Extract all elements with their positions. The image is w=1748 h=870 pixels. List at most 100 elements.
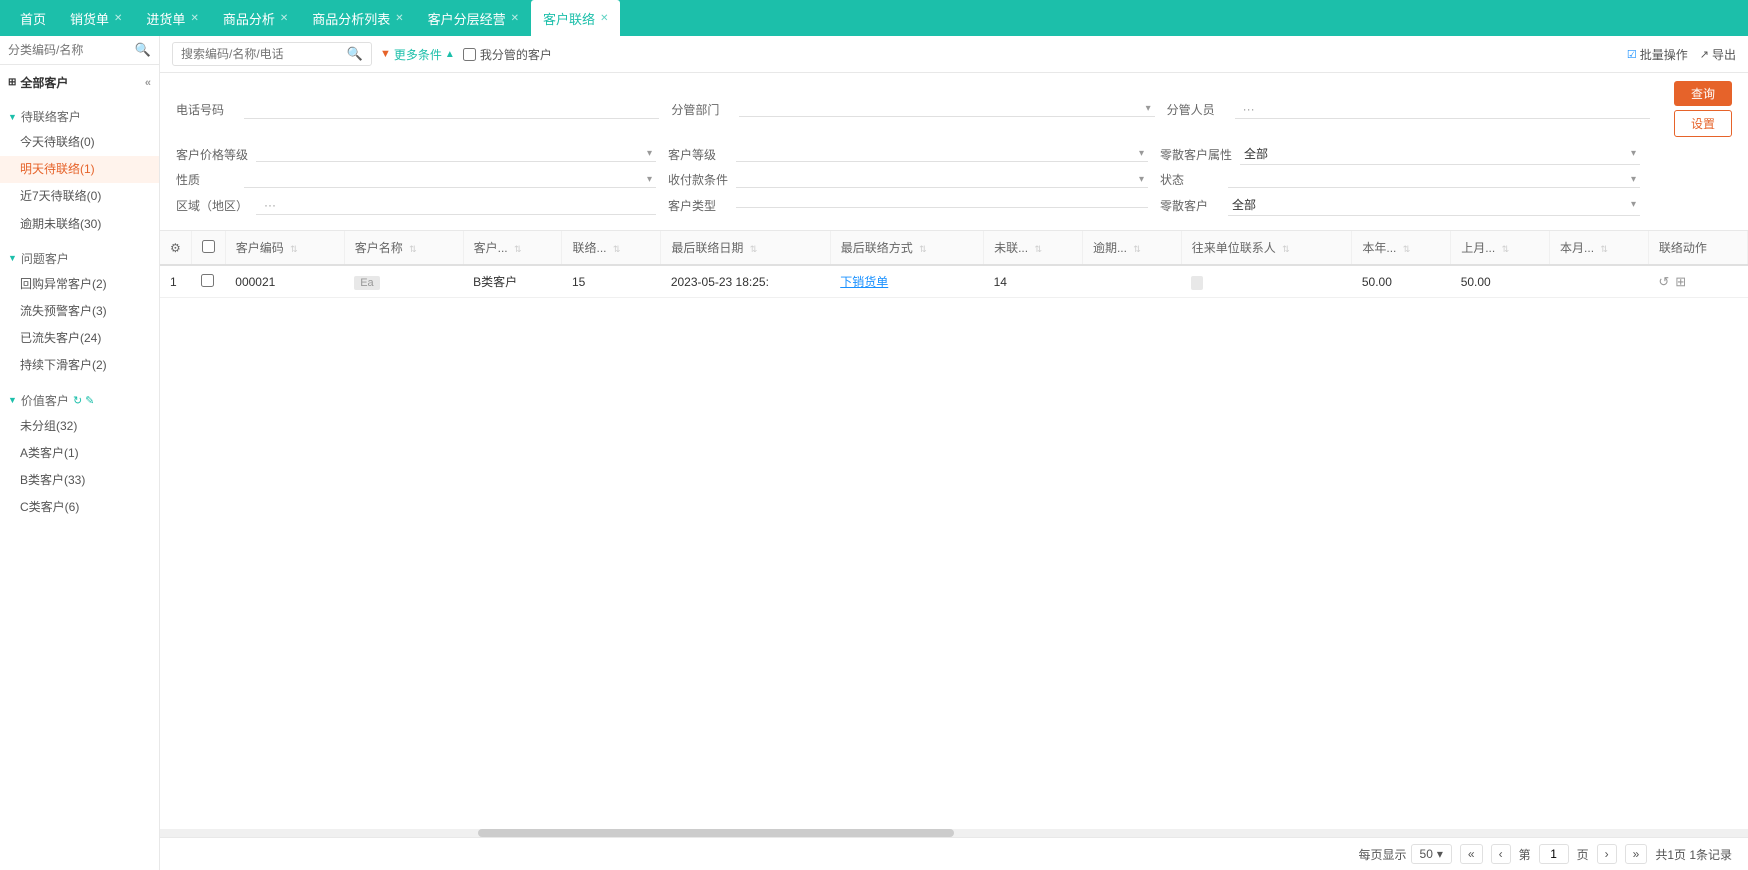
sidebar-value-group[interactable]: ▼ 价值客户 ↻ ✎ [0,388,159,413]
close-icon[interactable]: ✕ [511,13,519,24]
setting-button[interactable]: 设置 [1674,110,1732,137]
th-settings[interactable]: ⚙ [160,231,191,265]
page-num-input[interactable] [1539,844,1569,864]
chevron-down-icon: ▾ [1631,148,1636,159]
nature-select[interactable]: ▾ [244,172,656,188]
close-icon[interactable]: ✕ [190,13,198,24]
sidebar-pending-group[interactable]: ▼ 待联络客户 [0,104,159,129]
chevron-down-icon: ▾ [1631,199,1636,210]
th-code[interactable]: 客户编码 ⇅ [225,231,344,265]
th-checkbox[interactable] [191,231,225,265]
nav-home[interactable]: 首页 [8,0,58,36]
nav-goods-analysis-list[interactable]: 商品分析列表 ✕ [300,0,415,36]
th-last-month[interactable]: 上月... ⇅ [1451,231,1550,265]
settings-icon[interactable]: ⚙ [170,241,181,255]
sidebar-item-a-class[interactable]: A类客户(1) [0,440,159,467]
query-button[interactable]: 查询 [1674,81,1732,106]
prev-page-button[interactable]: ‹ [1491,844,1511,864]
sidebar-item-lost-customers[interactable]: 已流失客户(24) [0,325,159,352]
detail-action-icon[interactable]: ⊞ [1675,274,1686,290]
filter-region-cell: 区域（地区） ··· [176,196,656,215]
customerlevel-select[interactable]: ▾ [736,146,1148,162]
sidebar-search-box[interactable]: 🔍 [0,36,159,65]
nav-purchase[interactable]: 进货单 ✕ [134,0,210,36]
row-checkbox[interactable] [201,274,214,287]
th-last-contact-method[interactable]: 最后联络方式 ⇅ [830,231,983,265]
data-table-container: ⚙ 客户编码 ⇅ 客户名称 ⇅ [160,231,1748,829]
close-icon[interactable]: ✕ [114,13,122,24]
payment-select[interactable]: ▾ [736,172,1148,188]
close-icon[interactable]: ✕ [600,13,608,24]
data-table: ⚙ 客户编码 ⇅ 客户名称 ⇅ [160,231,1748,298]
retail-customer-select[interactable]: 全部 ▾ [1228,194,1640,216]
batch-op-button[interactable]: ☑ 批量操作 [1627,46,1688,63]
sidebar-item-tomorrow-pending[interactable]: 明天待联络(1) [0,156,159,183]
nav-sales[interactable]: 销货单 ✕ [58,0,134,36]
td-unit-contact [1181,265,1352,298]
contact-action-icon[interactable]: ↺ [1658,274,1669,290]
td-not-contacted: 14 [984,265,1083,298]
next-page-button[interactable]: › [1597,844,1617,864]
th-unit-contact[interactable]: 往来单位联系人 ⇅ [1181,231,1352,265]
collapse-icon[interactable]: « [145,77,151,89]
th-type[interactable]: 客户... ⇅ [463,231,562,265]
person-select[interactable]: ··· [1235,100,1650,119]
export-button[interactable]: ↗ 导出 [1700,46,1736,63]
th-this-month[interactable]: 本月... ⇅ [1550,231,1649,265]
td-this-year: 50.00 [1352,265,1451,298]
region-select[interactable]: ··· [256,196,656,215]
last-page-button[interactable]: » [1625,844,1648,864]
filter-search-input[interactable] [181,47,347,61]
my-customer-checkbox[interactable]: 我分管的客户 [463,46,552,63]
th-overdue[interactable]: 逾期... ⇅ [1082,231,1181,265]
customertype-select[interactable] [736,203,1148,208]
th-this-year[interactable]: 本年... ⇅ [1352,231,1451,265]
retail-attr-select[interactable]: 全部 ▾ [1240,143,1640,165]
td-overdue [1082,265,1181,298]
sidebar-item-declining-customers[interactable]: 持续下滑客户(2) [0,352,159,379]
sidebar-item-c-class[interactable]: C类客户(6) [0,494,159,521]
sidebar-item-loss-warning[interactable]: 流失预警客户(3) [0,298,159,325]
th-contacts[interactable]: 联络... ⇅ [562,231,661,265]
close-icon[interactable]: ✕ [280,13,288,24]
refresh-icon[interactable]: ↻ [73,394,82,407]
sort-icon: ⇅ [1600,244,1608,254]
nav-customer-contact[interactable]: 客户联络 ✕ [531,0,620,36]
th-last-contact-date[interactable]: 最后联络日期 ⇅ [661,231,830,265]
sidebar-pending-section: ▼ 待联络客户 今天待联络(0) 明天待联络(1) 近7天待联络(0) 逾期未联… [0,100,159,242]
filter-search-box[interactable]: 🔍 [172,42,372,66]
horizontal-scrollbar[interactable] [160,829,1748,837]
sidebar-item-repurchase-anomaly[interactable]: 回购异常客户(2) [0,271,159,298]
nav-goods-analysis[interactable]: 商品分析 ✕ [211,0,300,36]
nav-customer-layer[interactable]: 客户分层经营 ✕ [416,0,531,36]
more-filter-button[interactable]: ▼ 更多条件 ▲ [380,46,455,63]
select-all-checkbox[interactable] [202,240,215,253]
pricelevel-select[interactable]: ▾ [256,146,656,162]
sidebar-all-customers[interactable]: ⊞ 全部客户 « [0,69,159,96]
sidebar-item-overdue-pending[interactable]: 逾期未联络(30) [0,211,159,238]
sidebar-item-week-pending[interactable]: 近7天待联络(0) [0,183,159,210]
th-not-contacted[interactable]: 未联... ⇅ [984,231,1083,265]
td-checkbox[interactable] [191,265,225,298]
phone-input[interactable] [244,100,659,119]
th-name[interactable]: 客户名称 ⇅ [344,231,463,265]
td-last-contact-method[interactable]: 下销货单 [830,265,983,298]
filter-person-cell: 分管人员 ··· [1167,100,1650,119]
status-select[interactable]: ▾ [1228,172,1640,188]
sidebar-problem-group[interactable]: ▼ 问题客户 [0,246,159,271]
filter-search-icon[interactable]: 🔍 [347,46,363,62]
advanced-filter-panel: 电话号码 分管部门 ▾ 分管人员 ··· [160,73,1748,231]
sidebar-item-ungrouped[interactable]: 未分组(32) [0,413,159,440]
close-icon[interactable]: ✕ [395,13,403,24]
edit-icon[interactable]: ✎ [85,394,94,407]
scrollbar-thumb[interactable] [478,829,954,837]
td-this-month [1550,265,1649,298]
sidebar-search-input[interactable] [8,43,135,57]
sidebar-search-icon[interactable]: 🔍 [135,42,151,58]
my-customer-check-input[interactable] [463,48,476,61]
sidebar-item-b-class[interactable]: B类客户(33) [0,467,159,494]
dept-select[interactable]: ▾ [739,101,1154,117]
first-page-button[interactable]: « [1460,844,1483,864]
page-size-box[interactable]: 50 ▾ [1411,844,1452,864]
sidebar-item-today-pending[interactable]: 今天待联络(0) [0,129,159,156]
